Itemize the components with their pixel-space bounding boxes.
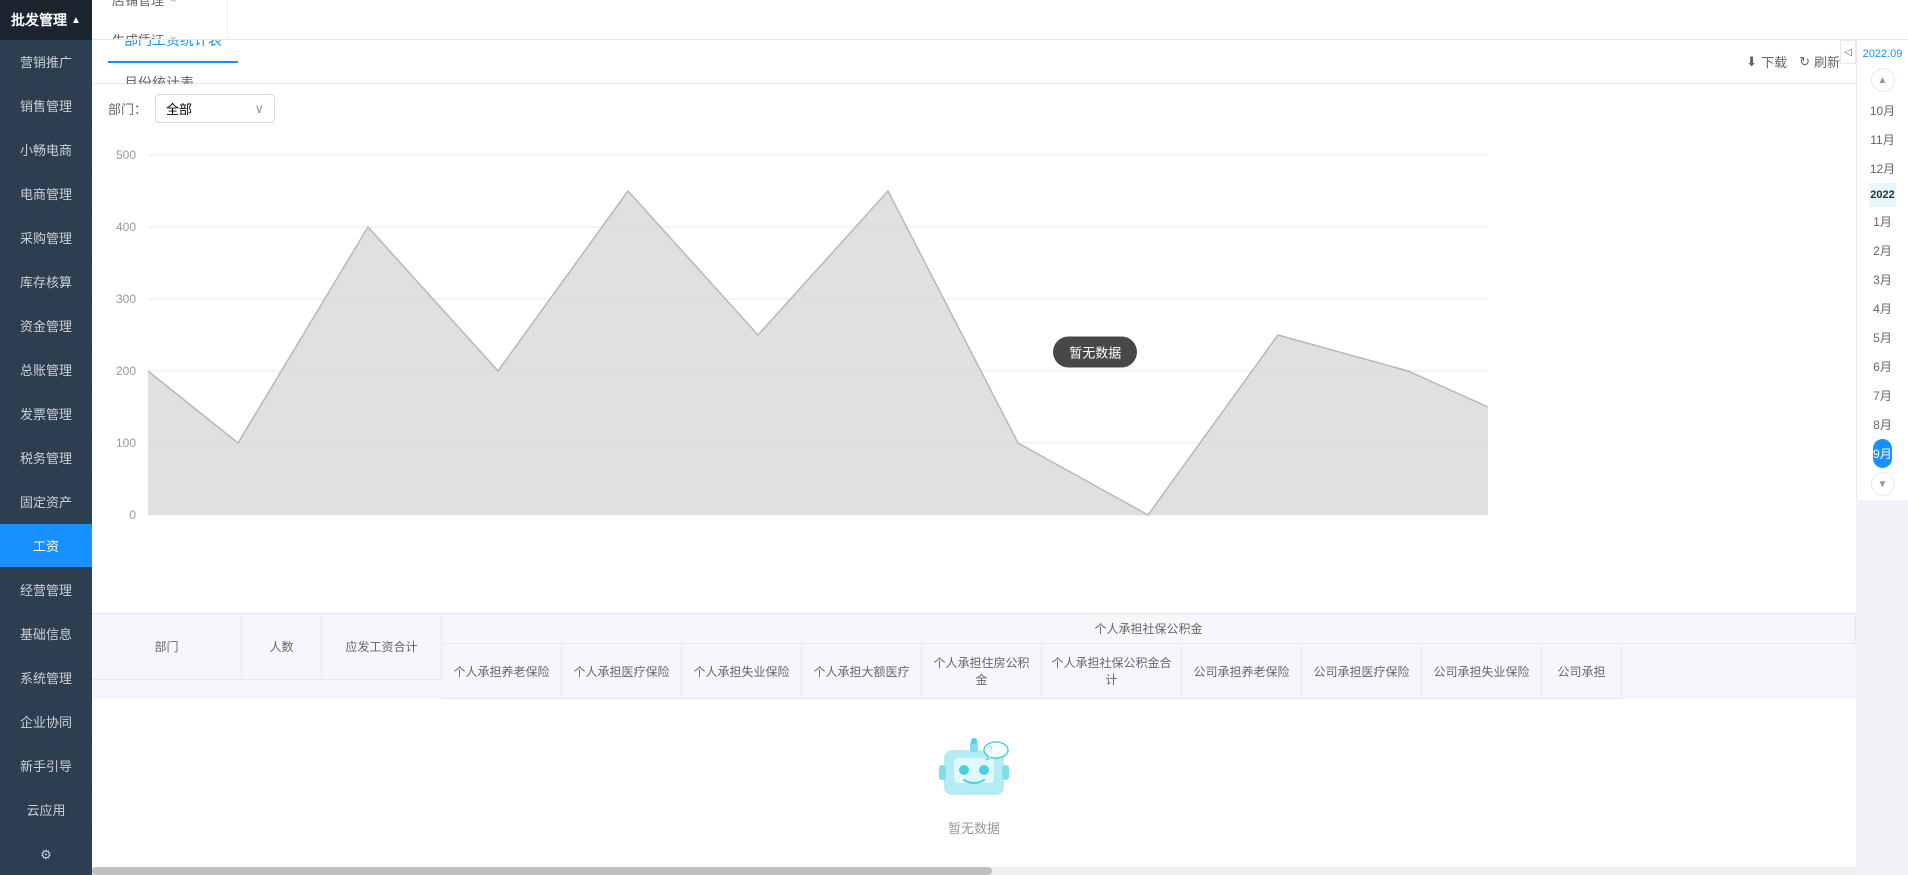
tab-3[interactable]: 店铺管理× [100,0,228,20]
th-company-medical: 公司承担医疗保险 [1302,644,1422,699]
sidebar-item-资金管理[interactable]: 资金管理 [0,304,92,348]
chevron-down-icon: ∨ [255,101,265,117]
empty-text: 暂无数据 [948,818,1000,837]
chart-svg: 500 400 300 200 100 0 [108,141,1840,581]
th-people-count: 人数 [242,614,322,680]
timeline-item-8[interactable]: 5月 [1869,323,1896,352]
filter-label: 部门： [108,99,147,118]
timeline-item-3[interactable]: 2022 [1869,183,1896,207]
timeline-item-10[interactable]: 7月 [1869,381,1896,410]
sidebar-item-工资[interactable]: 工资 [0,524,92,568]
timeline-item-12[interactable]: 9月 [1873,439,1892,468]
table-area: 部门 人数 应发工资合计 个人承担社保公积金 个人承担养老保险 个人承担医疗保险… [92,613,1856,875]
chart-area: 500 400 300 200 100 0 [92,133,1856,613]
timeline-item-1[interactable]: 11月 [1869,125,1896,154]
page-content: 部门工资统计表月份统计表 ⬇ 下载 ↻ 刷新 部门： 全部 ∨ [92,40,1856,875]
th-company-unemployment: 公司承担失业保险 [1422,644,1542,699]
svg-text:?: ? [988,745,993,754]
th-department: 部门 [92,614,242,680]
sidebar-item-企业协同[interactable]: 企业协同 [0,700,92,744]
department-select-value: 全部 [166,99,192,118]
timeline-item-2[interactable]: 12月 [1869,154,1896,183]
sidebar-item-基础信息[interactable]: 基础信息 [0,612,92,656]
timeline-wrapper: ◁ 2022.09 ▲ 10月11月12月20221月2月3月4月5月6月7月8… [1856,40,1908,875]
timeline-close-icon[interactable]: ◁ [1840,40,1856,64]
chart-wrapper: 500 400 300 200 100 0 [108,141,1840,581]
empty-state-icon: ? [934,730,1014,810]
settings-icon: ⚙ [40,847,52,862]
timeline-item-0[interactable]: 10月 [1869,96,1896,125]
sidebar-item-总账管理[interactable]: 总账管理 [0,348,92,392]
sidebar-item-云应用[interactable]: 云应用 [0,788,92,832]
th-company-other: 公司承担 [1542,644,1622,699]
tab-close-icon-3[interactable]: × [170,0,176,6]
scrollbar-thumb[interactable] [92,867,992,875]
department-select[interactable]: 全部 ∨ [155,94,275,123]
content-area: 部门工资统计表月份统计表 ⬇ 下载 ↻ 刷新 部门： 全部 ∨ [92,40,1908,875]
th-group-social: 个人承担社保公积金 [442,614,1856,644]
sub-tab-0[interactable]: 部门工资统计表 [108,40,238,63]
tab-4[interactable]: 生成凭证× [100,20,228,41]
sub-tab-actions: ⬇ 下载 ↻ 刷新 [1746,52,1840,71]
timeline-item-11[interactable]: 8月 [1869,410,1896,439]
sidebar-item-电商管理[interactable]: 电商管理 [0,172,92,216]
timeline-item-5[interactable]: 2月 [1869,236,1896,265]
svg-text:500: 500 [116,148,136,162]
sidebar-item-发票管理[interactable]: 发票管理 [0,392,92,436]
table-scrollbar[interactable] [92,867,1856,875]
table-body: ? 暂无数据 [92,699,1856,867]
sidebar-header[interactable]: 批发管理 ▲ [0,0,92,40]
main-area: 首页门店商品目录×销售单×店铺管理×生成凭证×应收应付调整单×工资表×工资统计报… [92,0,1908,875]
table-header: 部门 人数 应发工资合计 个人承担社保公积金 个人承担养老保险 个人承担医疗保险… [92,613,1856,699]
th-personal-housing: 个人承担住房公积金 [922,644,1042,699]
th-company-pension: 公司承担养老保险 [1182,644,1302,699]
sidebar-title: 批发管理 [11,10,67,30]
svg-text:200: 200 [116,364,136,378]
download-button[interactable]: ⬇ 下载 [1746,52,1787,71]
sidebar-item-税务管理[interactable]: 税务管理 [0,436,92,480]
sidebar-item-销售管理[interactable]: 销售管理 [0,84,92,128]
svg-text:400: 400 [116,220,136,234]
timeline-year-value: 2022.09 [1863,48,1903,60]
sidebar-item-营销推广[interactable]: 营销推广 [0,40,92,84]
svg-text:0: 0 [129,508,136,522]
sidebar: 批发管理 ▲ 营销推广销售管理小畅电商电商管理采购管理库存核算资金管理总账管理发… [0,0,92,875]
right-timeline: 2022.09 ▲ 10月11月12月20221月2月3月4月5月6月7月8月9… [1856,40,1908,500]
sidebar-item-库存核算[interactable]: 库存核算 [0,260,92,304]
sidebar-item-采购管理[interactable]: 采购管理 [0,216,92,260]
tab-bar: 首页门店商品目录×销售单×店铺管理×生成凭证×应收应付调整单×工资表×工资统计报… [92,0,1908,40]
download-icon: ⬇ [1746,54,1757,70]
sidebar-item-系统管理[interactable]: 系统管理 [0,656,92,700]
sub-tabs: 部门工资统计表月份统计表 ⬇ 下载 ↻ 刷新 [92,40,1856,84]
timeline-item-9[interactable]: 6月 [1869,352,1896,381]
timeline-year-header[interactable]: 2022.09 [1863,44,1903,64]
th-personal-total: 个人承担社保公积金合计 [1042,644,1182,699]
refresh-button[interactable]: ↻ 刷新 [1799,52,1840,71]
sidebar-footer-settings[interactable]: ⚙ [0,834,92,875]
th-personal-major-medical: 个人承担大额医疗 [802,644,922,699]
sidebar-item-固定资产[interactable]: 固定资产 [0,480,92,524]
timeline-item-4[interactable]: 1月 [1869,207,1896,236]
sidebar-item-小畅电商[interactable]: 小畅电商 [0,128,92,172]
timeline-item-7[interactable]: 4月 [1869,294,1896,323]
timeline-up-button[interactable]: ▲ [1871,68,1895,92]
sidebar-toggle-icon: ▲ [71,15,81,26]
th-personal-pension: 个人承担养老保险 [442,644,562,699]
sidebar-item-新手引导[interactable]: 新手引导 [0,744,92,788]
th-personal-medical: 个人承担医疗保险 [562,644,682,699]
filter-bar: 部门： 全部 ∨ [92,84,1856,133]
th-personal-unemployment: 个人承担失业保险 [682,644,802,699]
th-total-salary: 应发工资合计 [322,614,442,680]
svg-text:300: 300 [116,292,136,306]
timeline-item-6[interactable]: 3月 [1869,265,1896,294]
timeline-down-button[interactable]: ▼ [1871,472,1895,496]
refresh-icon: ↻ [1799,54,1810,70]
sidebar-item-经营管理[interactable]: 经营管理 [0,568,92,612]
svg-text:100: 100 [116,436,136,450]
